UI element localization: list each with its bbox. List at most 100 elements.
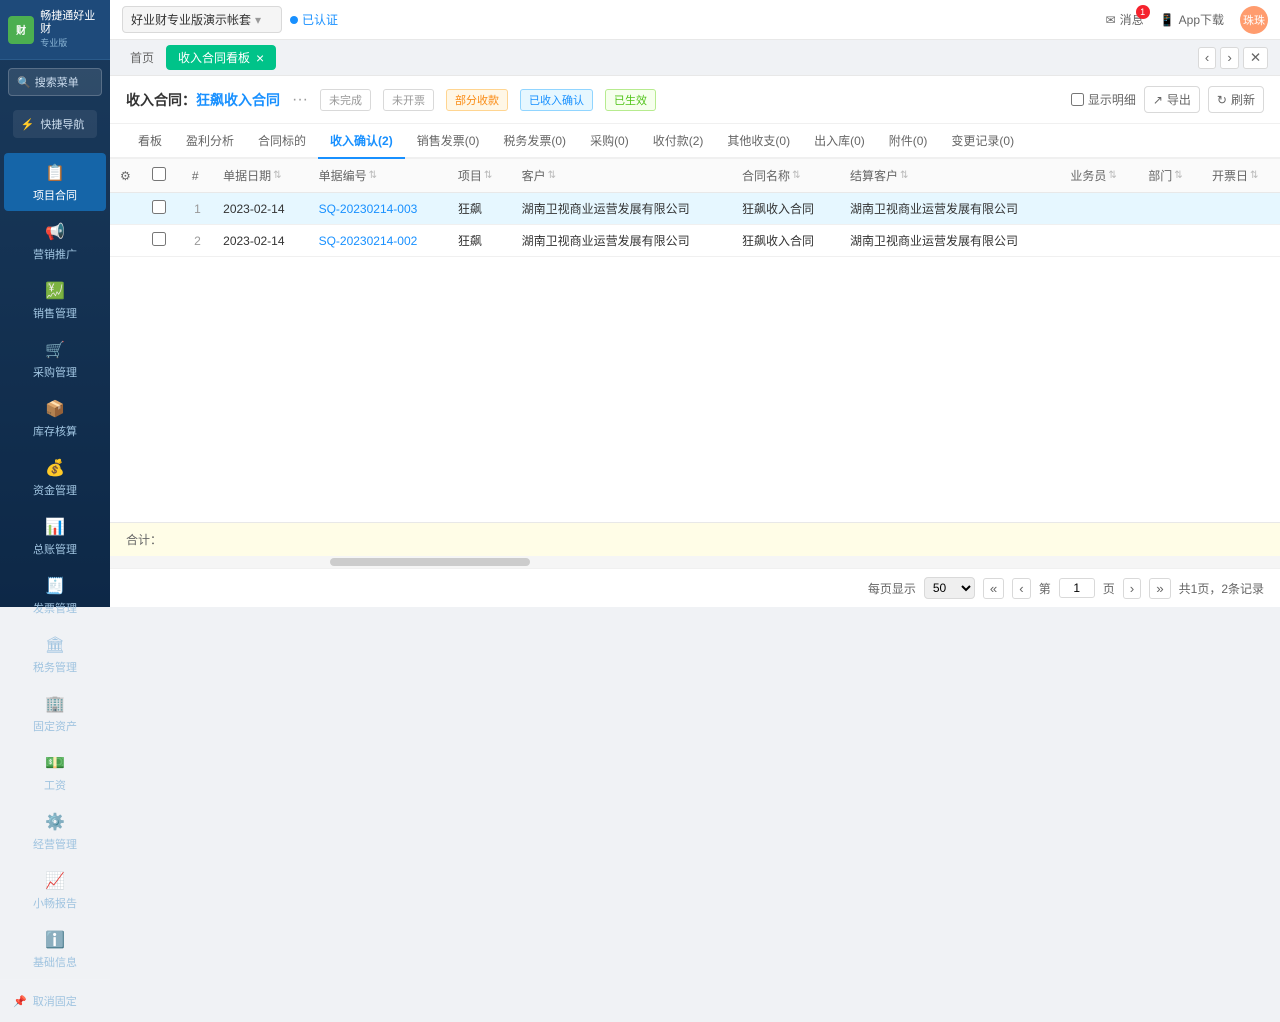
subtab-dashboard[interactable]: 看板 [126,124,174,159]
tab-income-contract[interactable]: 收入合同看板 × [166,45,276,70]
table-row[interactable]: 2 2023-02-14 SQ-20230214-002 狂飙 湖南卫视商业运营… [110,225,1280,257]
refresh-button[interactable]: ↻ 刷新 [1208,86,1264,113]
scroll-thumb[interactable] [330,558,530,566]
docno-col-label: 单据编号 [319,167,367,184]
dept-col-label: 部门 [1148,167,1172,184]
row-docno[interactable]: SQ-20230214-002 [309,225,448,257]
row-checkbox-cell[interactable] [142,225,182,257]
status-no-invoice[interactable]: 未开票 [383,89,434,111]
table-opendate-col[interactable]: 开票日⇅ [1202,159,1280,193]
table-docno-col[interactable]: 单据编号⇅ [309,159,448,193]
subtab-tax_invoice[interactable]: 税务发票(0) [491,124,578,159]
sidebar-item-basic[interactable]: ℹ️ 基础信息 [4,920,106,978]
subtab-other_income[interactable]: 其他收支(0) [715,124,802,159]
search-menu-label: 搜索菜单 [35,74,79,90]
sidebar-item-report[interactable]: 📈 小畅报告 [4,861,106,919]
table-contract-col[interactable]: 合同名称⇅ [732,159,840,193]
subtab-changes[interactable]: 变更记录(0) [939,124,1026,159]
sort-icon: ⇅ [273,170,281,181]
export-button[interactable]: ↗ 导出 [1144,86,1200,113]
subtab-attachments[interactable]: 附件(0) [877,124,940,159]
message-icon: ✉ [1106,13,1116,27]
row-settings [110,193,142,225]
subtab-sales_invoice[interactable]: 销售发票(0) [405,124,492,159]
sidebar-icon-ops: ⚙️ [43,810,67,834]
sidebar-item-marketing[interactable]: 📢 营销推广 [4,212,106,270]
table-date-col[interactable]: 单据日期⇅ [213,159,308,193]
app-download-label: App下载 [1179,11,1224,28]
unpin-button[interactable]: 📌 取消固定 [8,988,102,1014]
tab-nav-prev[interactable]: ‹ [1198,47,1216,69]
sidebar-item-inventory[interactable]: 📦 库存核算 [4,389,106,447]
table-salesman-col[interactable]: 业务员⇅ [1060,159,1138,193]
tab-close-button[interactable]: × [256,50,264,66]
logo-name: 畅捷通好业财 [40,10,102,36]
first-page-btn[interactable]: « [983,578,1004,599]
sidebar-item-fixed[interactable]: 🏢 固定资产 [4,684,106,742]
subtab-income_confirm[interactable]: 收入确认(2) [318,124,405,159]
last-page-btn[interactable]: » [1149,578,1170,599]
status-confirmed[interactable]: 已收入确认 [520,89,593,111]
sidebar-item-purchase[interactable]: 🛒 采购管理 [4,330,106,388]
page-input[interactable] [1059,578,1095,598]
sidebar-item-project[interactable]: 📋 项目合同 [4,153,106,211]
subtab-profit[interactable]: 盈利分析 [174,124,246,159]
table-total-row: 合计： [110,522,1280,556]
table-customer-col[interactable]: 客户⇅ [512,159,732,193]
more-button[interactable]: ··· [292,91,308,109]
row-docno-link[interactable]: SQ-20230214-002 [319,234,418,248]
tab-home[interactable]: 首页 [122,45,162,70]
row-docno[interactable]: SQ-20230214-003 [309,193,448,225]
tab-nav-next[interactable]: › [1220,47,1238,69]
sidebar-item-ops[interactable]: ⚙️ 经营管理 [4,802,106,860]
row-checkbox[interactable] [152,232,166,246]
search-menu-button[interactable]: 🔍 搜索菜单 [8,68,102,96]
message-button[interactable]: ✉ 1 消息 [1106,11,1144,28]
company-selector[interactable]: 好业财专业版演示帐套 ▾ [122,6,282,33]
row-project: 狂飙 [448,225,512,257]
certified-dot [290,16,298,24]
quick-nav-button[interactable]: ⚡ 快捷导航 [13,110,98,138]
logo-icon: 财 [8,16,34,44]
status-effective[interactable]: 已生效 [605,89,656,111]
table-project-col[interactable]: 项目⇅ [448,159,512,193]
show-detail-checkbox-label[interactable]: 显示明细 [1071,91,1136,108]
table-row[interactable]: 1 2023-02-14 SQ-20230214-003 狂飙 湖南卫视商业运营… [110,193,1280,225]
horizontal-scrollbar[interactable] [110,556,1280,568]
status-partial[interactable]: 部分收款 [446,89,508,111]
sidebar-item-invoice[interactable]: 🧾 发票管理 [4,566,106,624]
sidebar-item-sales[interactable]: 💹 销售管理 [4,271,106,329]
show-detail-checkbox[interactable] [1071,93,1084,106]
select-all-checkbox[interactable] [152,167,166,181]
status-incomplete[interactable]: 未完成 [320,89,371,111]
tab-nav-close[interactable]: ✕ [1243,47,1268,69]
user-avatar[interactable]: 珠珠 [1240,6,1268,34]
subtab-payment[interactable]: 收付款(2) [641,124,716,159]
table-settings-col[interactable]: ⚙ [110,159,142,193]
tab-income-label: 收入合同看板 [178,49,250,66]
prev-page-btn[interactable]: ‹ [1012,578,1030,599]
download-icon: 📱 [1160,13,1175,27]
total-label: 合计： [126,533,162,547]
sidebar-item-tax[interactable]: 🏛 税务管理 [4,625,106,683]
table-settlement-col[interactable]: 结算客户⇅ [840,159,1060,193]
row-customer: 湖南卫视商业运营发展有限公司 [512,225,732,257]
contract-header: 收入合同：狂飙收入合同 ··· 未完成 未开票 部分收款 已收入确认 已生效 显… [110,76,1280,124]
subtab-inout[interactable]: 出入库(0) [802,124,877,159]
row-checkbox-cell[interactable] [142,193,182,225]
app-download-button[interactable]: 📱 App下载 [1160,11,1224,28]
per-page-select[interactable]: 50 100 200 [924,577,975,599]
table-checkbox-col[interactable] [142,159,182,193]
row-docno-link[interactable]: SQ-20230214-003 [319,202,418,216]
sidebar-item-labor[interactable]: 💵 工资 [4,743,106,801]
chevron-down-icon: ▾ [255,13,261,27]
contract-col-label: 合同名称 [742,167,790,184]
subtab-purchase[interactable]: 采购(0) [578,124,641,159]
row-salesman [1060,225,1138,257]
next-page-btn[interactable]: › [1123,578,1141,599]
sidebar-item-funds[interactable]: 💰 资金管理 [4,448,106,506]
subtab-contract_target[interactable]: 合同标的 [246,124,318,159]
table-dept-col[interactable]: 部门⇅ [1138,159,1202,193]
sidebar-item-general[interactable]: 📊 总账管理 [4,507,106,565]
row-checkbox[interactable] [152,200,166,214]
